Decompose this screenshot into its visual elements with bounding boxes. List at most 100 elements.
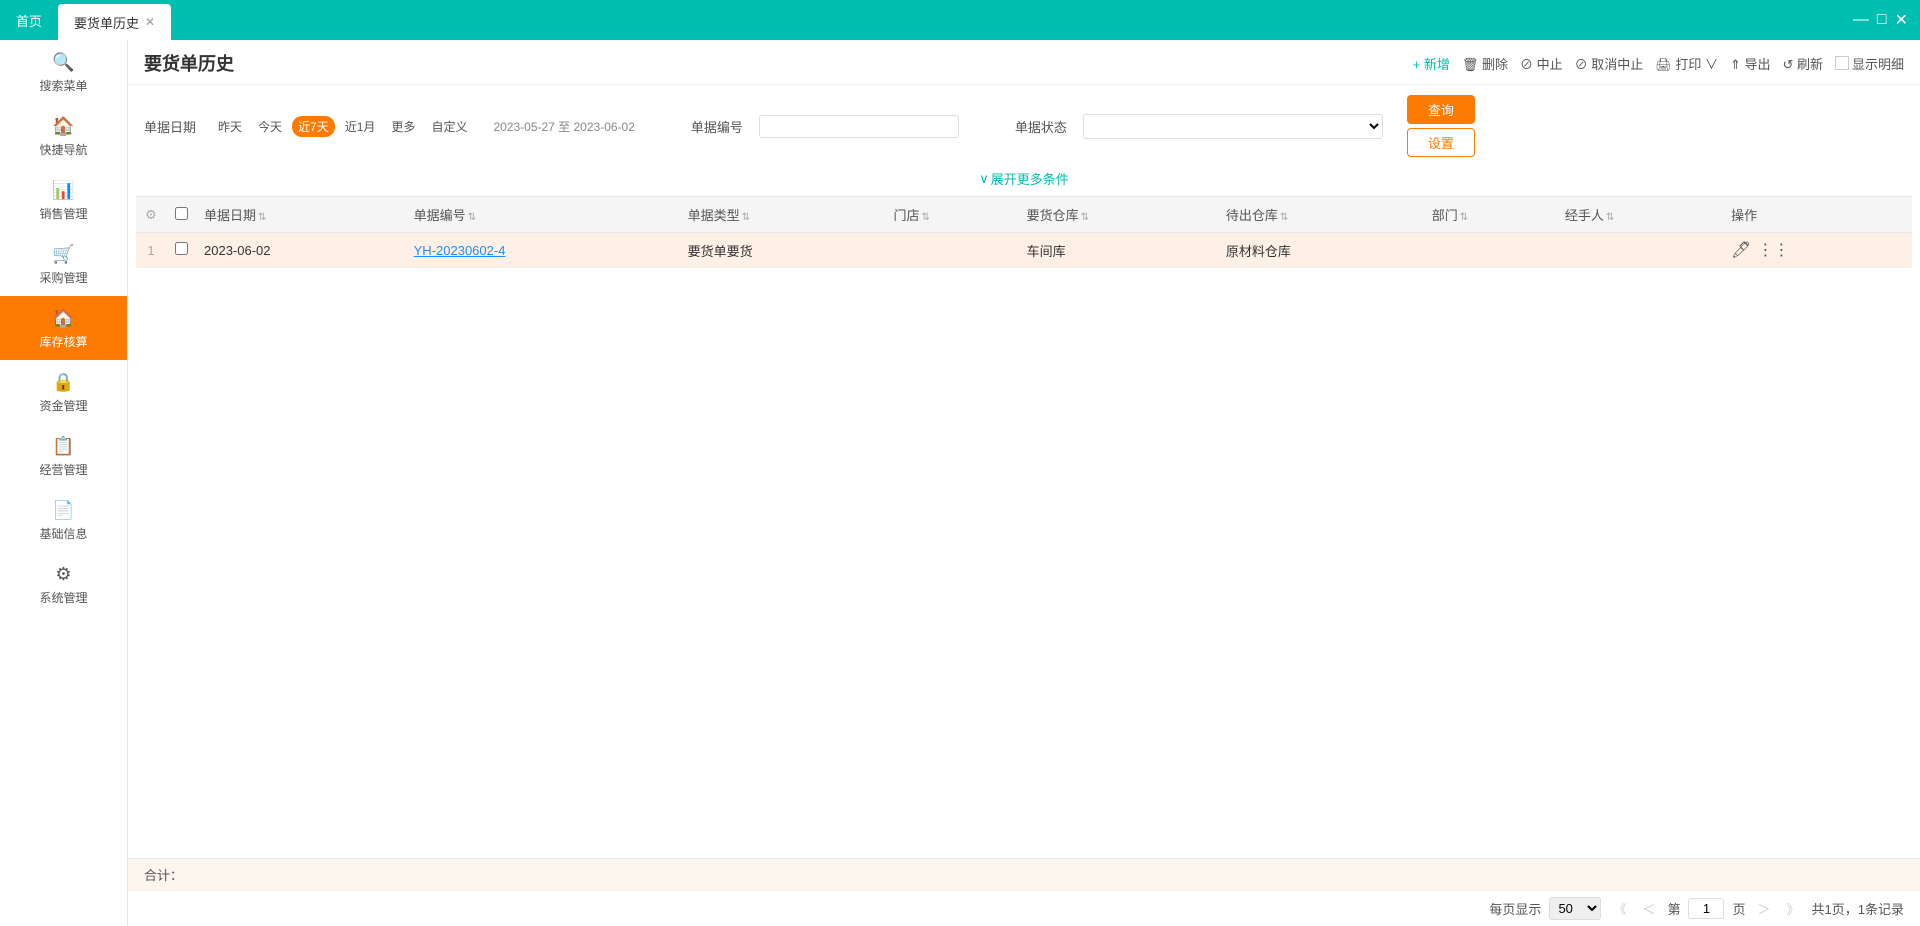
display-cell-label: 显示明细 <box>1852 54 1904 73</box>
sidebar-item-inventory[interactable]: 🏠 库存核算 <box>0 296 127 360</box>
main-table: ⚙ 单据日期⇅ 单据编号⇅ 单据类型⇅ <box>136 196 1912 268</box>
date-btn-7days[interactable]: 近7天 <box>292 116 335 137</box>
row-handler <box>1557 233 1723 268</box>
per-page-select[interactable]: 10 20 50 100 <box>1549 897 1601 920</box>
row-pending-wh: 原材料仓库 <box>1218 233 1424 268</box>
status-select-wrapper: 草稿 已审核 已中止 <box>1083 114 1383 139</box>
inventory-icon: 🏠 <box>52 308 74 329</box>
status-select[interactable]: 草稿 已审核 已中止 <box>1084 115 1382 138</box>
sidebar-item-quicknav-label: 快捷导航 <box>39 141 87 158</box>
sidebar-item-inventory-label: 库存核算 <box>39 333 87 350</box>
row-gear: 1 <box>136 233 166 268</box>
page-label: 第 <box>1667 899 1680 918</box>
minimize-icon[interactable]: — <box>1853 11 1869 29</box>
per-page-label: 每页显示 <box>1489 899 1541 918</box>
sidebar-item-finance-label: 资金管理 <box>39 397 87 414</box>
tab-yaohuodan[interactable]: 要货单历史 ✕ <box>58 4 171 40</box>
row-checkbox <box>166 233 196 268</box>
date-filter-label: 单据日期 <box>144 117 196 136</box>
table-header-row: ⚙ 单据日期⇅ 单据编号⇅ 单据类型⇅ <box>136 197 1912 233</box>
select-all-checkbox[interactable] <box>175 207 188 220</box>
col-handler: 经手人⇅ <box>1557 197 1723 233</box>
date-btn-custom[interactable]: 自定义 <box>425 116 473 137</box>
expand-more-label: 展开更多条件 <box>991 169 1069 188</box>
sidebar-item-system[interactable]: ⚙ 系统管理 <box>0 552 127 616</box>
col-req-wh: 要货仓库⇅ <box>1019 197 1218 233</box>
row-edit-icon[interactable]: 🖊 <box>1731 240 1751 260</box>
display-cell-checkbox[interactable] <box>1835 56 1849 70</box>
filter-area: 单据日期 昨天 今天 近7天 近1月 更多 自定义 2023-05-27 至 2… <box>128 85 1920 196</box>
search-menu-icon: 🔍 <box>52 52 74 73</box>
tab-yaohuodan-label: 要货单历史 <box>74 13 139 32</box>
sidebar-item-basic[interactable]: 📄 基础信息 <box>0 488 127 552</box>
col-pending-wh: 待出仓库⇅ <box>1218 197 1424 233</box>
expand-more-button[interactable]: ∨ 展开更多条件 <box>979 169 1069 188</box>
col-gear: ⚙ <box>136 197 166 233</box>
date-filter-buttons: 昨天 今天 近7天 近1月 更多 自定义 <box>212 116 473 137</box>
col-dept: 部门⇅ <box>1424 197 1557 233</box>
sales-icon: 📊 <box>52 180 74 201</box>
close-icon[interactable]: ✕ <box>1895 10 1908 30</box>
tab-bar: 首页 要货单历史 ✕ <box>0 0 171 40</box>
sidebar-item-operations-label: 经营管理 <box>39 461 87 478</box>
date-btn-today[interactable]: 今天 <box>252 116 288 137</box>
toolbar: + 新增 🗑 删除 ⊘ 中止 ⊘ 取消中止 🖨 打印 ∨ ⇑ 导出 <box>1413 54 1904 73</box>
sidebar-item-operations[interactable]: 📋 经营管理 <box>0 424 127 488</box>
main-layout: 🔍 搜索菜单 🏠 快捷导航 📊 销售管理 🛒 采购管理 🏠 库存核算 🔒 资金管… <box>0 40 1920 926</box>
sidebar-item-system-label: 系统管理 <box>39 589 87 606</box>
page-suffix: 页 <box>1732 899 1745 918</box>
query-button[interactable]: 查询 <box>1407 95 1475 124</box>
row-select-checkbox[interactable] <box>175 242 188 255</box>
total-label: 合计： <box>144 865 183 884</box>
expand-more-icon: ∨ <box>979 171 989 187</box>
sidebar-item-quicknav[interactable]: 🏠 快捷导航 <box>0 104 127 168</box>
date-btn-yesterday[interactable]: 昨天 <box>212 116 248 137</box>
top-bar: 首页 要货单历史 ✕ — □ ✕ <box>0 0 1920 40</box>
display-cell-toggle[interactable]: 显示明细 <box>1835 54 1904 73</box>
new-label: + 新增 <box>1413 54 1450 73</box>
cancel-stop-label: ⊘ 取消中止 <box>1575 54 1644 73</box>
page-header: 要货单历史 + 新增 🗑 删除 ⊘ 中止 ⊘ 取消中止 🖨 打印 ∨ <box>128 40 1920 85</box>
refresh-button[interactable]: ↺ 刷新 <box>1782 54 1823 73</box>
prev-page-button[interactable]: ＜ <box>1638 897 1659 920</box>
sidebar-item-sales[interactable]: 📊 销售管理 <box>0 168 127 232</box>
cancel-stop-button[interactable]: ⊘ 取消中止 <box>1575 54 1644 73</box>
print-label: 🖨 打印 ∨ <box>1655 54 1718 73</box>
new-button[interactable]: + 新增 <box>1413 54 1450 73</box>
sidebar-item-purchase-label: 采购管理 <box>39 269 87 286</box>
export-label: ⇑ 导出 <box>1730 54 1771 73</box>
row-more-icon[interactable]: ⋮⋮ <box>1757 240 1789 260</box>
col-docno: 单据编号⇅ <box>406 197 680 233</box>
last-page-button[interactable]: 》 <box>1783 897 1804 920</box>
print-button[interactable]: 🖨 打印 ∨ <box>1655 54 1718 73</box>
sidebar-item-search[interactable]: 🔍 搜索菜单 <box>0 40 127 104</box>
sidebar-item-basic-label: 基础信息 <box>39 525 87 542</box>
basic-icon: 📄 <box>52 500 74 521</box>
row-date: 2023-06-02 <box>196 233 406 268</box>
sidebar-item-purchase[interactable]: 🛒 采购管理 <box>0 232 127 296</box>
tab-home[interactable]: 首页 <box>0 0 58 40</box>
window-controls: — □ ✕ <box>1853 10 1920 30</box>
expand-more-row: ∨ 展开更多条件 <box>144 165 1904 196</box>
settings-button[interactable]: 设置 <box>1407 128 1475 157</box>
page-number-input[interactable] <box>1688 898 1724 919</box>
col-checkbox <box>166 197 196 233</box>
footer-total: 合计： <box>128 858 1920 890</box>
doc-no-input[interactable] <box>759 115 959 138</box>
export-button[interactable]: ⇑ 导出 <box>1730 54 1771 73</box>
doc-link[interactable]: YH-20230602-4 <box>414 243 506 258</box>
date-btn-1month[interactable]: 近1月 <box>339 116 382 137</box>
next-page-button[interactable]: ＞ <box>1754 897 1775 920</box>
col-store: 门店⇅ <box>885 197 1018 233</box>
date-btn-more[interactable]: 更多 <box>385 116 421 137</box>
tab-close-icon[interactable]: ✕ <box>145 15 155 29</box>
first-page-button[interactable]: 《 <box>1609 897 1630 920</box>
purchase-icon: 🛒 <box>52 244 74 265</box>
sidebar: 🔍 搜索菜单 🏠 快捷导航 📊 销售管理 🛒 采购管理 🏠 库存核算 🔒 资金管… <box>0 40 128 926</box>
filter-row-1: 单据日期 昨天 今天 近7天 近1月 更多 自定义 2023-05-27 至 2… <box>144 95 1904 157</box>
stop-button[interactable]: ⊘ 中止 <box>1520 54 1563 73</box>
sidebar-item-finance[interactable]: 🔒 资金管理 <box>0 360 127 424</box>
maximize-icon[interactable]: □ <box>1877 11 1887 29</box>
delete-button[interactable]: 🗑 删除 <box>1462 54 1508 73</box>
refresh-label: ↺ 刷新 <box>1782 54 1823 73</box>
